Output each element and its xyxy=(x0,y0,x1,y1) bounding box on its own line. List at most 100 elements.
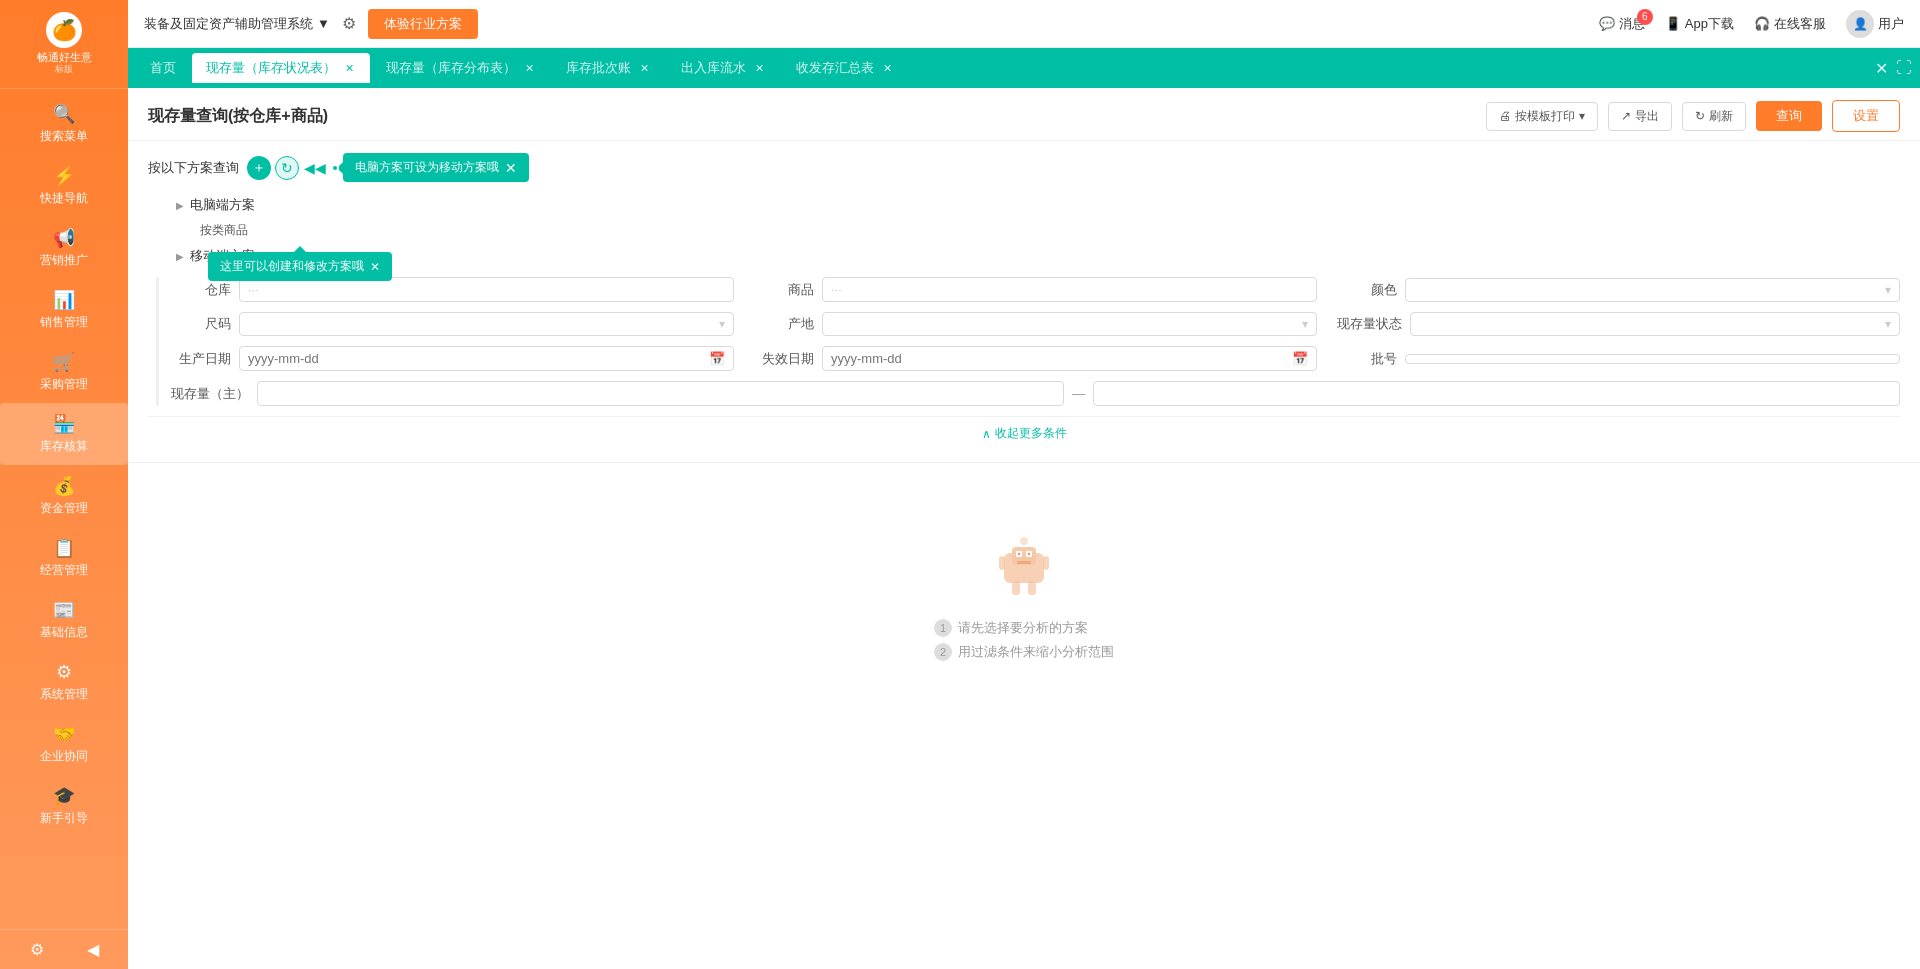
tab-inout-flow[interactable]: 出入库流水 ✕ xyxy=(667,53,780,83)
dropdown-arrow-icon: ▼ xyxy=(317,16,330,31)
stock-status-input[interactable]: ▾ xyxy=(1410,312,1900,336)
color-input[interactable]: ▾ xyxy=(1405,278,1900,302)
tab-inventory-dist-close[interactable]: ✕ xyxy=(522,61,536,75)
expiry-date-text[interactable] xyxy=(831,351,1288,366)
sidebar-item-guide[interactable]: 🎓 新手引导 xyxy=(0,775,128,837)
logo-area: 🍊 畅通好生意 标版 xyxy=(0,0,128,89)
origin-chevron-icon: ▾ xyxy=(1302,317,1308,331)
sidebar-item-inventory[interactable]: 🏪 库存核算 xyxy=(0,403,128,465)
export-btn[interactable]: ↗ 导出 xyxy=(1608,102,1672,131)
online-service-btn[interactable]: 🎧 在线客服 xyxy=(1754,15,1826,33)
stock-main-max-input[interactable] xyxy=(1093,381,1900,406)
collapse-bar[interactable]: ∧ 收起更多条件 xyxy=(148,416,1900,450)
user-btn[interactable]: 👤 用户 xyxy=(1846,10,1904,38)
warehouse-label: 仓库 xyxy=(171,281,231,299)
batch-no-label: 批号 xyxy=(1337,350,1397,368)
scheme-item-pc[interactable]: ▶ 电脑端方案 xyxy=(168,192,263,218)
template-print-btn[interactable]: 🖨 按模板打印 ▾ xyxy=(1486,102,1598,131)
experience-btn[interactable]: 体验行业方案 xyxy=(368,9,478,39)
filter-field-production-date: 生产日期 📅 xyxy=(171,346,734,371)
filter-fields-section: 仓库 ··· 商品 ··· 颜色 xyxy=(156,277,1900,406)
tab-close-all-btn[interactable]: ✕ xyxy=(1875,59,1888,78)
chevron-down-icon: ▾ xyxy=(1579,109,1585,123)
color-chevron-icon: ▾ xyxy=(1885,283,1891,297)
sidebar-item-operation[interactable]: 📋 经营管理 xyxy=(0,527,128,589)
tab-batch-ledger[interactable]: 库存批次账 ✕ xyxy=(552,53,665,83)
export-icon: ↗ xyxy=(1621,109,1631,123)
sidebar-item-label: 营销推广 xyxy=(40,252,88,269)
reset-btn[interactable]: 设置 xyxy=(1832,100,1900,132)
tab-inventory-dist[interactable]: 现存量（库存分布表） ✕ xyxy=(372,53,550,83)
scheme-tooltip-text: 电脑方案可设为移动方案哦 xyxy=(355,159,499,176)
marketing-icon: 📢 xyxy=(53,227,75,249)
topbar-right: 💬 消息 6 📱 App下载 🎧 在线客服 👤 用户 xyxy=(1599,10,1904,38)
stock-main-max-text[interactable] xyxy=(1102,386,1891,401)
sidebar-item-system[interactable]: ⚙ 系统管理 xyxy=(0,651,128,713)
scheme-pc-sub-item-warehouse[interactable]: 按类商品 xyxy=(192,218,263,243)
tab-batch-ledger-close[interactable]: ✕ xyxy=(637,61,651,75)
tab-receive-summary[interactable]: 收发存汇总表 ✕ xyxy=(782,53,908,83)
tab-maximize-btn[interactable]: ⛶ xyxy=(1896,59,1912,77)
expiry-date-label: 失效日期 xyxy=(754,350,814,368)
tab-inventory-status-close[interactable]: ✕ xyxy=(342,61,356,75)
tab-batch-ledger-label: 库存批次账 xyxy=(566,59,631,77)
refresh-btn[interactable]: ↻ 刷新 xyxy=(1682,102,1746,131)
create-tooltip-close[interactable]: ✕ xyxy=(370,260,380,274)
tab-inventory-status[interactable]: 现存量（库存状况表） ✕ xyxy=(192,53,370,83)
app-download-label: App下载 xyxy=(1685,15,1734,33)
tab-home[interactable]: 首页 xyxy=(136,53,190,83)
finance-icon: 💰 xyxy=(53,475,75,497)
sidebar-item-finance[interactable]: 💰 资金管理 xyxy=(0,465,128,527)
sidebar-item-label: 库存核算 xyxy=(40,438,88,455)
sidebar-settings-btn[interactable]: ⚙ xyxy=(30,940,44,959)
origin-input[interactable]: ▾ xyxy=(822,312,1317,336)
production-date-input[interactable]: 📅 xyxy=(239,346,734,371)
sidebar-item-search-menu[interactable]: 🔍 搜索菜单 xyxy=(0,93,128,155)
sidebar-item-label: 采购管理 xyxy=(40,376,88,393)
size-input[interactable]: ▾ xyxy=(239,312,734,336)
sidebar-collapse-btn[interactable]: ◀ xyxy=(87,940,99,959)
tab-receive-summary-close[interactable]: ✕ xyxy=(880,61,894,75)
back-btn[interactable]: ◀◀ xyxy=(303,156,327,180)
main-area: 装备及固定资产辅助管理系统 ▼ ⚙ 体验行业方案 💬 消息 6 📱 App下载 … xyxy=(128,0,1920,969)
expiry-date-input[interactable]: 📅 xyxy=(822,346,1317,371)
production-date-calendar-icon[interactable]: 📅 xyxy=(709,351,725,366)
system-title-dropdown[interactable]: 装备及固定资产辅助管理系统 ▼ xyxy=(144,15,330,33)
basic-icon: 📰 xyxy=(53,599,75,621)
search-btn[interactable]: 查询 xyxy=(1756,101,1822,131)
goods-input[interactable]: ··· xyxy=(822,277,1317,302)
sidebar-item-enterprise[interactable]: 🤝 企业协同 xyxy=(0,713,128,775)
tab-receive-summary-label: 收发存汇总表 xyxy=(796,59,874,77)
stock-main-min-text[interactable] xyxy=(266,386,1055,401)
tip-num-1: 1 xyxy=(934,619,952,637)
refresh-scheme-btn[interactable]: ↻ xyxy=(275,156,299,180)
empty-tips: 1 请先选择要分析的方案 2 用过滤条件来缩小分析范围 xyxy=(934,619,1114,667)
sidebar-item-label: 资金管理 xyxy=(40,500,88,517)
size-label: 尺码 xyxy=(171,315,231,333)
app-download-btn[interactable]: 📱 App下载 xyxy=(1665,15,1734,33)
scheme-tooltip-close[interactable]: ✕ xyxy=(505,160,517,176)
add-scheme-btn[interactable]: ＋ xyxy=(247,156,271,180)
sidebar-item-marketing[interactable]: 📢 营销推广 xyxy=(0,217,128,279)
sidebar-item-purchase[interactable]: 🛒 采购管理 xyxy=(0,341,128,403)
inventory-icon: 🏪 xyxy=(53,413,75,435)
filter-field-batch-no: 批号 xyxy=(1337,346,1900,371)
sidebar-item-sales[interactable]: 📊 销售管理 xyxy=(0,279,128,341)
notification-btn[interactable]: 💬 消息 6 xyxy=(1599,15,1645,33)
expiry-date-calendar-icon[interactable]: 📅 xyxy=(1292,351,1308,366)
collapse-label: 收起更多条件 xyxy=(995,425,1067,442)
svg-rect-10 xyxy=(1028,581,1036,595)
topbar-settings-icon[interactable]: ⚙ xyxy=(342,14,356,33)
batch-no-input[interactable] xyxy=(1405,354,1900,364)
tabbar-right: ✕ ⛶ xyxy=(1875,59,1912,78)
sidebar-item-label: 经营管理 xyxy=(40,562,88,579)
tab-inout-flow-close[interactable]: ✕ xyxy=(752,61,766,75)
stock-main-min-input[interactable] xyxy=(257,381,1064,406)
stock-status-label: 现存量状态 xyxy=(1337,315,1402,333)
refresh-icon: ↻ xyxy=(1695,109,1705,123)
create-tooltip: 这里可以创建和修改方案哦 ✕ xyxy=(208,252,392,281)
sidebar-item-label: 新手引导 xyxy=(40,810,88,827)
sidebar-item-quick-nav[interactable]: ⚡ 快捷导航 xyxy=(0,155,128,217)
sidebar-item-basic[interactable]: 📰 基础信息 xyxy=(0,589,128,651)
production-date-text[interactable] xyxy=(248,351,705,366)
